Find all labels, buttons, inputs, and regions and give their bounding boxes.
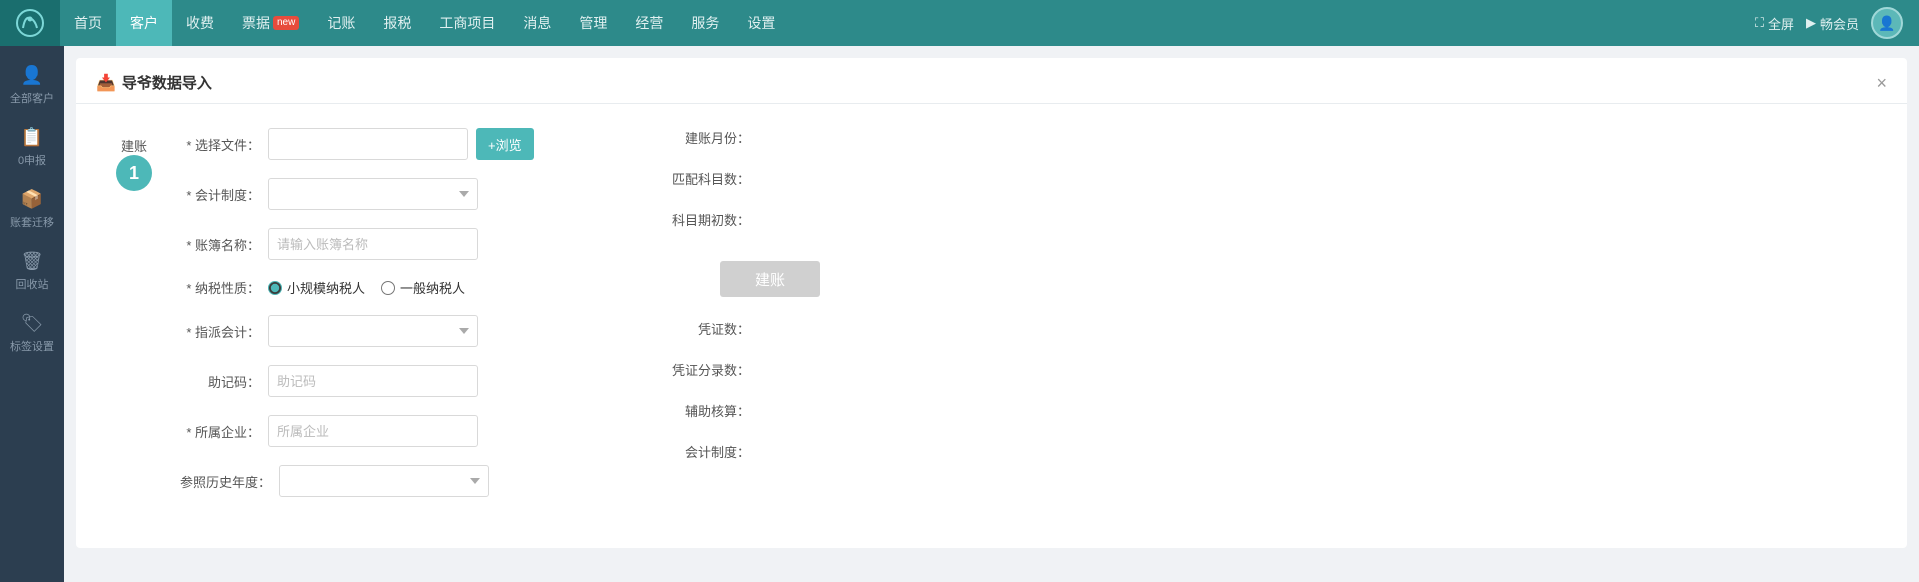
initial-subjects-label: 科目期初数： (660, 210, 750, 229)
tag-settings-icon: 🏷 (21, 312, 43, 334)
import-icon: 📥 (96, 73, 116, 93)
ledger-name-row: * 账簿名称： (180, 228, 600, 260)
nav-service[interactable]: 服务 (677, 0, 733, 46)
initial-subjects-row: 科目期初数： (660, 210, 920, 229)
general-taxpayer-radio[interactable] (381, 281, 395, 295)
sidebar-item-zero-declaration[interactable]: 📋 0申报 (0, 116, 64, 178)
accounting-system-label: * 会计制度： (180, 185, 260, 204)
close-button[interactable]: × (1876, 74, 1887, 92)
nav-items: 首页 客户 收费 票据 new 记账 报税 工商项目 消息 管理 经营 服务 设… (60, 0, 1755, 46)
right-accounting-system-row: 会计制度： (660, 442, 920, 461)
assign-accountant-row: * 指派会计： (180, 315, 600, 347)
memo-code-row: 助记码： (180, 365, 600, 397)
recycle-bin-icon: 🗑 (21, 250, 43, 272)
file-label: * 选择文件： (180, 135, 260, 154)
nav-tax[interactable]: 报税 (369, 0, 425, 46)
small-taxpayer-radio[interactable] (268, 281, 282, 295)
nav-invoice[interactable]: 票据 new (228, 0, 313, 46)
form-fields: * 选择文件： +浏览 * 会计制度： (180, 128, 600, 497)
voucher-entries-row: 凭证分录数： (660, 360, 920, 379)
fullscreen-btn[interactable]: ⛶ 全屏 (1755, 14, 1794, 33)
sidebar: 👤 全部客户 📋 0申报 📦 账套迁移 🗑 回收站 🏷 标签设置 (0, 46, 64, 582)
nav-customer[interactable]: 客户 (116, 0, 172, 46)
nav-project[interactable]: 工商项目 (425, 0, 509, 46)
ledger-name-label: * 账簿名称： (180, 235, 260, 254)
accounting-system-row: * 会计制度： (180, 178, 600, 210)
nav-bookkeeping[interactable]: 记账 (313, 0, 369, 46)
file-row: * 选择文件： +浏览 (180, 128, 600, 160)
refer-year-row: 参照历史年度： (180, 465, 600, 497)
step-label: 建账 (121, 136, 147, 155)
tax-type-label: * 纳税性质： (180, 278, 260, 297)
file-input[interactable] (268, 128, 468, 160)
dialog-header: 📥 导爷数据导入 × (76, 58, 1907, 104)
aux-accounting-label: 辅助核算： (660, 401, 750, 420)
build-month-row: 建账月份： (660, 128, 920, 147)
general-taxpayer-label[interactable]: 一般纳税人 (381, 278, 465, 297)
owner-enterprise-row: * 所属企业： (180, 415, 600, 447)
member-btn[interactable]: ▶ 畅会员 (1806, 14, 1859, 33)
sidebar-item-recycle-bin[interactable]: 🗑 回收站 (0, 240, 64, 302)
sidebar-item-account-migration[interactable]: 📦 账套迁移 (0, 178, 64, 240)
match-subjects-label: 匹配科目数： (660, 169, 750, 188)
form-right: 建账月份： 匹配科目数： 科目期初数： 建账 (660, 128, 920, 497)
nav-manage[interactable]: 管理 (565, 0, 621, 46)
step-circle: 1 (116, 155, 152, 191)
tax-type-radio-group: 小规模纳税人 一般纳税人 (268, 278, 465, 297)
nav-home[interactable]: 首页 (60, 0, 116, 46)
assign-accountant-select[interactable] (268, 315, 478, 347)
dialog-title: 📥 导爷数据导入 (96, 72, 212, 93)
avatar[interactable]: 👤 (1871, 7, 1903, 39)
sidebar-item-tag-settings[interactable]: 🏷 标签设置 (0, 302, 64, 364)
account-migration-icon: 📦 (21, 188, 43, 210)
refer-year-label: 参照历史年度： (180, 472, 271, 491)
layout: 👤 全部客户 📋 0申报 📦 账套迁移 🗑 回收站 🏷 标签设置 📥 导爷 (0, 46, 1919, 582)
assign-accountant-label: * 指派会计： (180, 322, 260, 341)
refer-year-select[interactable] (279, 465, 489, 497)
aux-accounting-row: 辅助核算： (660, 401, 920, 420)
memo-code-label: 助记码： (180, 372, 260, 391)
logo[interactable] (0, 0, 60, 46)
build-btn-area: 建账 (720, 261, 920, 297)
form-body: 建账 1 * 选择文件： +浏览 * 会计制度： (76, 104, 1907, 521)
accounting-system-select[interactable] (268, 178, 478, 210)
voucher-count-row: 凭证数： (660, 319, 920, 338)
member-icon: ▶ (1806, 15, 1816, 31)
sidebar-item-all-customers[interactable]: 👤 全部客户 (0, 54, 64, 116)
nav-settings[interactable]: 设置 (733, 0, 789, 46)
main-content: 📥 导爷数据导入 × 建账 1 * 选择文件： (64, 46, 1919, 582)
nav-right: ⛶ 全屏 ▶ 畅会员 👤 (1755, 7, 1919, 39)
match-subjects-row: 匹配科目数： (660, 169, 920, 188)
fullscreen-icon: ⛶ (1755, 15, 1764, 31)
right-accounting-system-label: 会计制度： (660, 442, 750, 461)
nav-business[interactable]: 经营 (621, 0, 677, 46)
form-left: 建账 1 * 选择文件： +浏览 * 会计制度： (116, 128, 600, 497)
all-customers-icon: 👤 (21, 64, 43, 86)
voucher-entries-label: 凭证分录数： (660, 360, 750, 379)
nav-message[interactable]: 消息 (509, 0, 565, 46)
voucher-count-label: 凭证数： (660, 319, 750, 338)
owner-enterprise-input[interactable] (268, 415, 478, 447)
nav-fee[interactable]: 收费 (172, 0, 228, 46)
top-nav: 首页 客户 收费 票据 new 记账 报税 工商项目 消息 管理 经营 服务 设… (0, 0, 1919, 46)
owner-enterprise-label: * 所属企业： (180, 422, 260, 441)
zero-declaration-icon: 📋 (21, 126, 43, 148)
build-account-button[interactable]: 建账 (720, 261, 820, 297)
build-month-label: 建账月份： (660, 128, 750, 147)
nav-invoice-badge: new (273, 16, 299, 30)
step-indicator: 建账 1 (116, 128, 152, 191)
logo-icon (15, 8, 45, 38)
small-taxpayer-label[interactable]: 小规模纳税人 (268, 278, 365, 297)
ledger-name-input[interactable] (268, 228, 478, 260)
browse-button[interactable]: +浏览 (476, 128, 534, 160)
tax-type-row: * 纳税性质： 小规模纳税人 一般纳税人 (180, 278, 600, 297)
dialog-card: 📥 导爷数据导入 × 建账 1 * 选择文件： (76, 58, 1907, 548)
memo-code-input[interactable] (268, 365, 478, 397)
